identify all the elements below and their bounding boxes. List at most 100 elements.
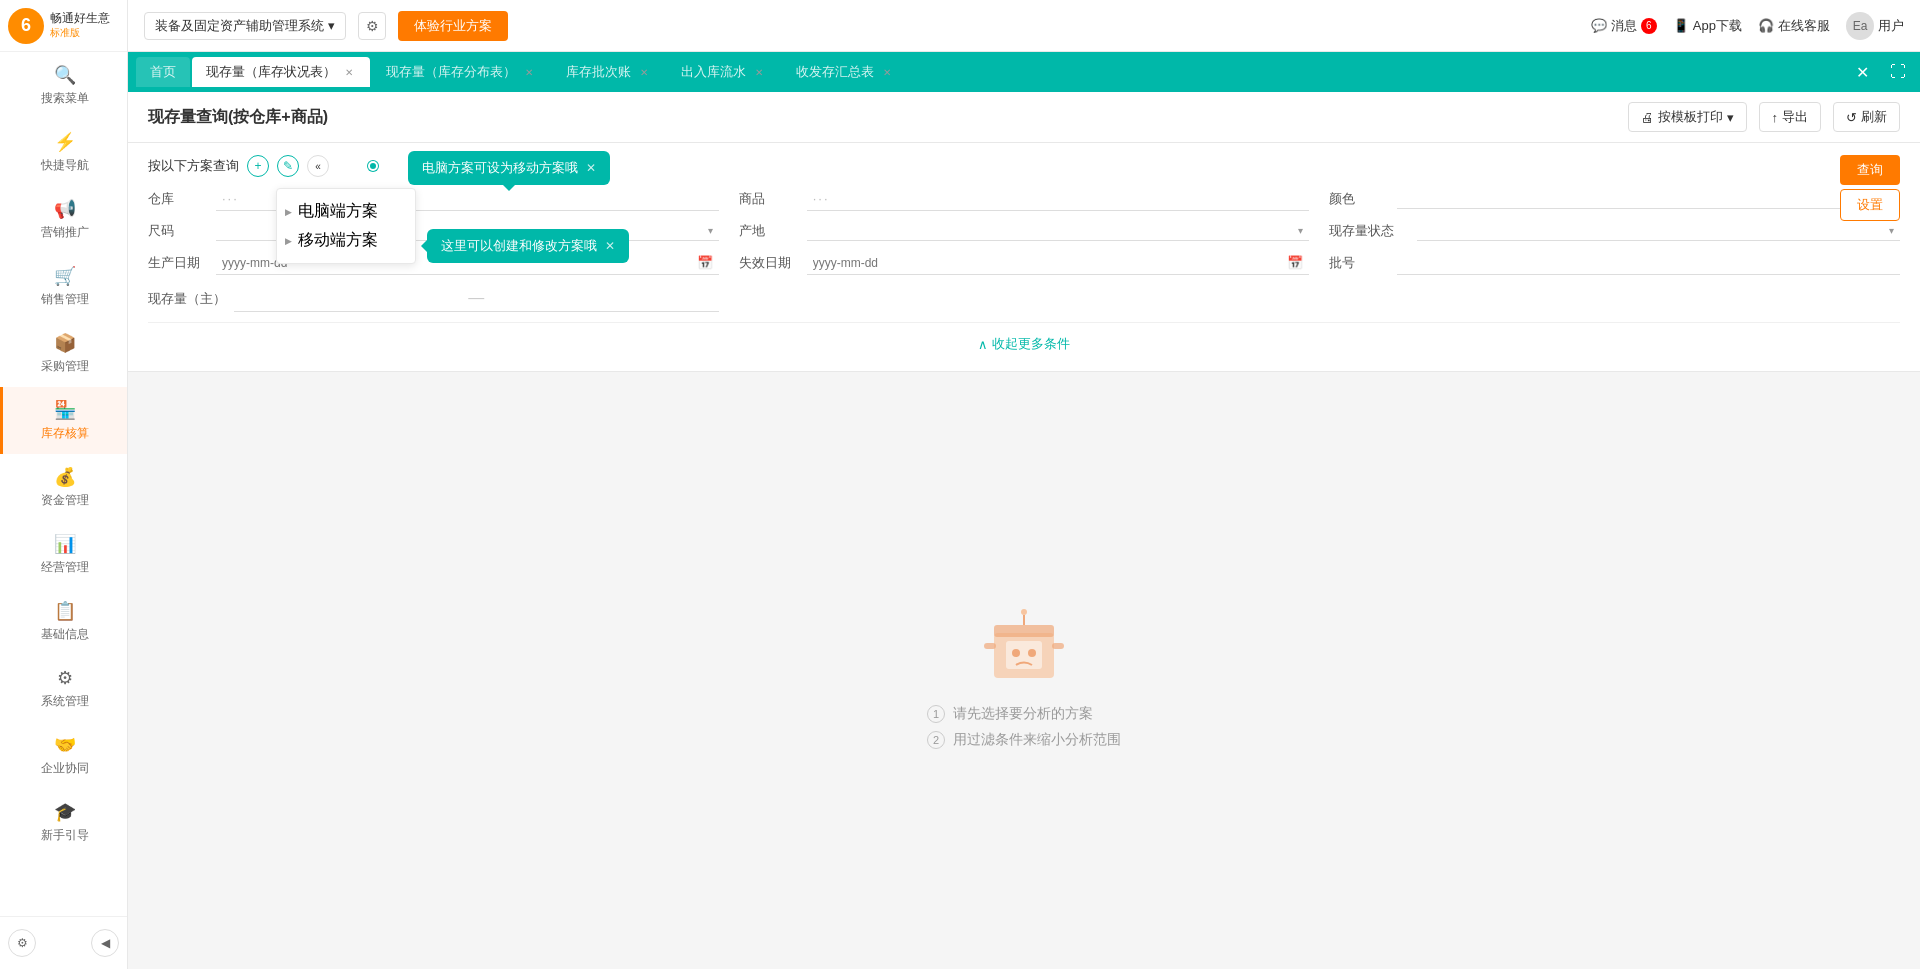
sidebar-item-guide[interactable]: 🎓 新手引导 — [0, 789, 127, 856]
search-icon: 🔍 — [54, 64, 76, 86]
calendar-icon[interactable]: 📅 — [697, 255, 713, 270]
collapse-label: 收起更多条件 — [992, 335, 1070, 353]
expire-date-text[interactable] — [813, 256, 1284, 270]
messages-btn[interactable]: 💬 消息 6 — [1591, 17, 1657, 35]
batch-input[interactable] — [1397, 251, 1900, 275]
chevron-down-icon: ▾ — [1727, 110, 1734, 125]
add-schema-btn[interactable]: + — [247, 155, 269, 177]
step1-text: 请先选择要分析的方案 — [953, 705, 1093, 723]
collapse-schema-btn[interactable]: « — [307, 155, 329, 177]
tab-bar-right: ✕ ⛶ — [1848, 58, 1912, 86]
tab-label: 库存批次账 — [566, 63, 631, 81]
username: 用户 — [1878, 17, 1904, 35]
expire-date-label: 失效日期 — [739, 254, 799, 272]
edit-schema-btn[interactable]: ✎ — [277, 155, 299, 177]
tab-collect[interactable]: 收发存汇总表 ✕ — [782, 57, 908, 87]
guide-icon: 🎓 — [54, 801, 76, 823]
msg-label: 消息 — [1611, 17, 1637, 35]
page-actions: 🖨 按模板打印 ▾ ↑ 导出 ↺ 刷新 — [1628, 102, 1901, 132]
color-label: 颜色 — [1329, 190, 1389, 208]
tab-close-all-btn[interactable]: ✕ — [1848, 58, 1876, 86]
msg-badge: 6 — [1641, 18, 1657, 34]
sidebar-item-marketing[interactable]: 📢 营销推广 — [0, 186, 127, 253]
batch-label: 批号 — [1329, 254, 1389, 272]
sidebar-item-label: 新手引导 — [41, 827, 89, 844]
tab-inventory-status[interactable]: 现存量（库存状况表） ✕ — [192, 57, 370, 87]
empty-text: 1 请先选择要分析的方案 2 用过滤条件来缩小分析范围 — [927, 705, 1121, 749]
sidebar-item-basic[interactable]: 📋 基础信息 — [0, 588, 127, 655]
tab-fullscreen-btn[interactable]: ⛶ — [1884, 58, 1912, 86]
stock-main-from[interactable] — [240, 291, 464, 305]
sidebar-item-label: 采购管理 — [41, 358, 89, 375]
schema-pc[interactable]: ▶ 电脑端方案 — [285, 197, 407, 226]
goods-select[interactable]: ··· — [807, 187, 1310, 211]
main-content: 装备及固定资产辅助管理系统 ▾ ⚙ 体验行业方案 💬 消息 6 📱 App下载 … — [128, 0, 1920, 969]
tab-close-icon[interactable]: ✕ — [342, 65, 356, 79]
sidebar-item-quick[interactable]: ⚡ 快捷导航 — [0, 119, 127, 186]
export-btn[interactable]: ↑ 导出 — [1759, 102, 1822, 132]
sidebar: 6 畅通好生意 标准版 🔍 搜索菜单 ⚡ 快捷导航 📢 营销推广 🛒 销售管理 … — [0, 0, 128, 969]
stock-status-select[interactable]: ▾ — [1417, 221, 1900, 241]
tab-close-icon[interactable]: ✕ — [880, 65, 894, 79]
expand-icon: ▶ — [285, 236, 292, 246]
calendar-icon[interactable]: 📅 — [1287, 255, 1303, 270]
settings-btn[interactable]: ⚙ — [8, 929, 36, 957]
print-btn[interactable]: 🖨 按模板打印 ▾ — [1628, 102, 1747, 132]
range-sep: — — [468, 289, 484, 307]
dropdown-icon: ▾ — [1298, 225, 1303, 236]
tab-inventory-dist[interactable]: 现存量（库存分布表） ✕ — [372, 57, 550, 87]
inventory-icon: 🏪 — [54, 399, 76, 421]
tab-close-icon[interactable]: ✕ — [637, 65, 651, 79]
refresh-btn[interactable]: ↺ 刷新 — [1833, 102, 1900, 132]
svg-point-4 — [1028, 649, 1036, 657]
tab-close-icon[interactable]: ✕ — [522, 65, 536, 79]
app-download-btn[interactable]: 📱 App下载 — [1673, 17, 1742, 35]
avatar: Ea — [1846, 12, 1874, 40]
sidebar-item-operation[interactable]: 📊 经营管理 — [0, 521, 127, 588]
expire-date-input[interactable]: 📅 — [807, 251, 1310, 275]
sidebar-item-label: 快捷导航 — [41, 157, 89, 174]
color-field: 颜色 ▾ — [1329, 187, 1900, 211]
sidebar-item-label: 经营管理 — [41, 559, 89, 576]
purchase-icon: 📦 — [54, 332, 76, 354]
tab-inout[interactable]: 出入库流水 ✕ — [667, 57, 780, 87]
step2-text: 用过滤条件来缩小分析范围 — [953, 731, 1121, 749]
svg-point-6 — [1021, 609, 1027, 615]
collapse-sidebar-btn[interactable]: ◀ — [91, 929, 119, 957]
sidebar-item-search[interactable]: 🔍 搜索菜单 — [0, 52, 127, 119]
sidebar-item-purchase[interactable]: 📦 采购管理 — [0, 320, 127, 387]
operation-icon: 📊 — [54, 533, 76, 555]
filter-row-4: 现存量（主） — — [148, 285, 1900, 312]
schema-panel: ▶ 电脑端方案 ▶ 移动端方案 这里可以创建和修改方案哦 ✕ — [276, 188, 416, 264]
app-name: 畅通好生意 — [50, 11, 110, 27]
settings-icon-btn[interactable]: ⚙ — [358, 12, 386, 40]
tab-close-icon[interactable]: ✕ — [752, 65, 766, 79]
industry-btn[interactable]: 体验行业方案 — [398, 11, 508, 41]
page-header: 现存量查询(按仓库+商品) 🖨 按模板打印 ▾ ↑ 导出 ↺ 刷新 — [128, 92, 1920, 143]
tab-batch[interactable]: 库存批次账 ✕ — [552, 57, 665, 87]
user-menu[interactable]: Ea 用户 — [1846, 12, 1904, 40]
query-btn[interactable]: 查询 — [1840, 155, 1900, 185]
sidebar-item-sales[interactable]: 🛒 销售管理 — [0, 253, 127, 320]
stock-status-field: 现存量状态 ▾ — [1329, 221, 1900, 241]
header-right: 💬 消息 6 📱 App下载 🎧 在线客服 Ea 用户 — [1591, 12, 1904, 40]
stock-main-to[interactable] — [488, 291, 712, 305]
schema-mobile[interactable]: ▶ 移动端方案 — [285, 226, 407, 255]
color-select[interactable]: ▾ — [1397, 189, 1900, 209]
tooltip-close-btn[interactable]: ✕ — [586, 161, 596, 175]
tab-home[interactable]: 首页 — [136, 57, 190, 87]
logo-area: 6 畅通好生意 标准版 — [0, 0, 127, 52]
reset-btn[interactable]: 设置 — [1840, 189, 1900, 221]
system-selector[interactable]: 装备及固定资产辅助管理系统 ▾ — [144, 12, 346, 40]
sidebar-item-finance[interactable]: 💰 资金管理 — [0, 454, 127, 521]
origin-select[interactable]: ▾ — [807, 221, 1310, 241]
tab-label: 现存量（库存状况表） — [206, 63, 336, 81]
sidebar-item-label: 搜索菜单 — [41, 90, 89, 107]
online-support-btn[interactable]: 🎧 在线客服 — [1758, 17, 1830, 35]
sidebar-item-system[interactable]: ⚙ 系统管理 — [0, 655, 127, 722]
sidebar-item-inventory[interactable]: 🏪 库存核算 — [0, 387, 127, 454]
collapse-btn[interactable]: ∧ 收起更多条件 — [148, 329, 1900, 359]
create-tooltip-close[interactable]: ✕ — [605, 239, 615, 253]
sidebar-item-enterprise[interactable]: 🤝 企业协同 — [0, 722, 127, 789]
empty-illustration — [974, 593, 1074, 693]
